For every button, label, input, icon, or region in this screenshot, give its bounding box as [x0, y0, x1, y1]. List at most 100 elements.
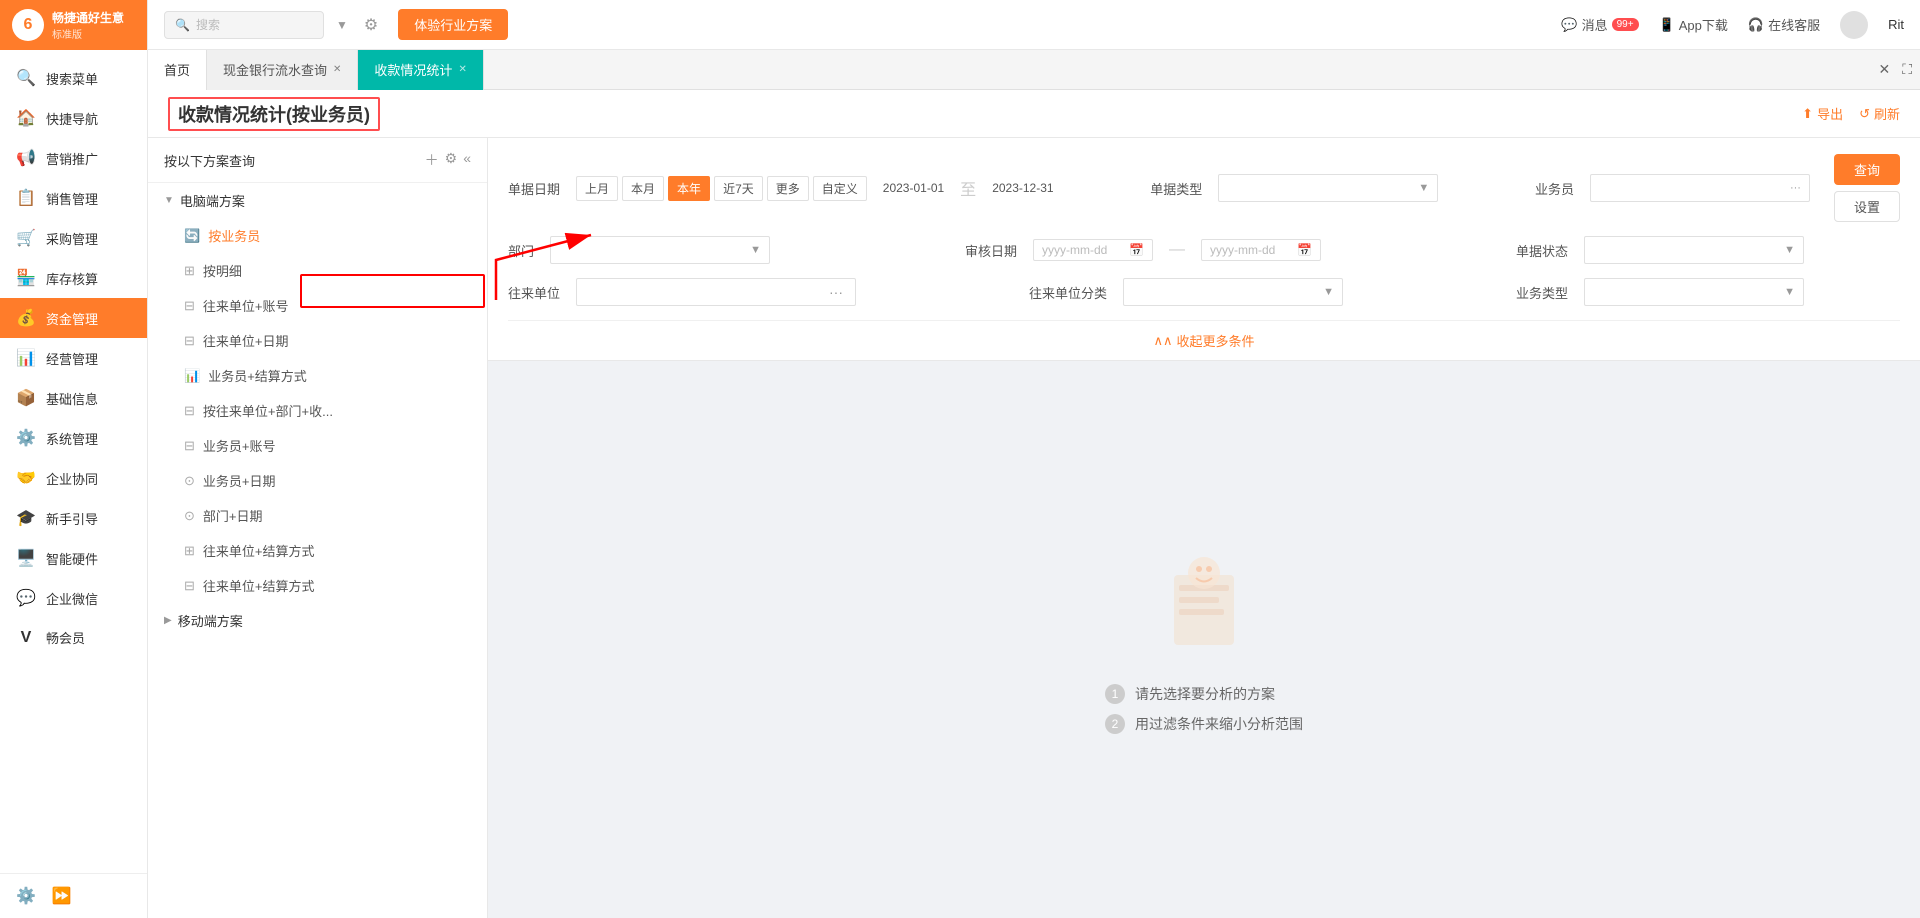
- sidebar-item-sales[interactable]: 📋 销售管理: [0, 178, 147, 218]
- maximize-tab-button[interactable]: ⛶: [1902, 61, 1912, 78]
- sidebar-item-label: 智能硬件: [46, 549, 98, 568]
- tab-collection[interactable]: 收款情况统计 ✕: [358, 50, 483, 90]
- ellipsis-icon: ···: [829, 284, 843, 300]
- sidebar-item-operation[interactable]: 📊 经营管理: [0, 338, 147, 378]
- sidebar-footer: ⚙️ ⏩: [0, 873, 147, 918]
- close-tab-button[interactable]: ✕: [1878, 61, 1890, 78]
- main-content: 收款情况统计(按业务员) ⬆ 导出 ↺ 刷新 按以下方案查询 ＋ ⚙ «: [148, 90, 1920, 918]
- scheme-item-partner-dept[interactable]: ⊟ 按往来单位+部门+收...: [148, 393, 487, 428]
- custom-btn[interactable]: 自定义: [813, 176, 867, 201]
- trial-button[interactable]: 体验行业方案: [398, 9, 508, 40]
- collapse-button[interactable]: ∧∧ 收起更多条件: [1153, 331, 1254, 350]
- tab-label: 首页: [164, 60, 190, 79]
- settings-scheme-icon[interactable]: ⚙: [445, 150, 458, 170]
- sidebar-item-search[interactable]: 🔍 搜索菜单: [0, 58, 147, 98]
- partner-label: 往来单位: [508, 283, 560, 302]
- refresh-button[interactable]: ↺ 刷新: [1859, 104, 1900, 123]
- this-year-btn[interactable]: 本年: [668, 176, 710, 201]
- scheme-item-by-salesman[interactable]: 🔄 按业务员: [148, 218, 487, 253]
- add-scheme-icon[interactable]: ＋: [425, 150, 439, 170]
- sidebar-nav: 🔍 搜索菜单 🏠 快捷导航 📢 营销推广 📋 销售管理 🛒 采购管理 🏪 库存核…: [0, 50, 147, 873]
- last-month-btn[interactable]: 上月: [576, 176, 618, 201]
- scheme-item-partner-date[interactable]: ⊟ 往来单位+日期: [148, 323, 487, 358]
- scheme-item-dept-date[interactable]: ⊙ 部门+日期: [148, 498, 487, 533]
- collapse-icon[interactable]: ⏩: [52, 886, 72, 906]
- mobile-section-label: 移动端方案: [178, 611, 243, 630]
- sidebar-item-guide[interactable]: 🎓 新手引导: [0, 498, 147, 538]
- operation-icon: 📊: [16, 348, 36, 368]
- step-2-label: 用过滤条件来缩小分析范围: [1135, 714, 1303, 734]
- scheme-item-by-detail[interactable]: ⊞ 按明细: [148, 253, 487, 288]
- partner-select[interactable]: ···: [576, 278, 856, 306]
- last7-btn[interactable]: 近7天: [714, 176, 763, 201]
- collapse-scheme-icon[interactable]: «: [463, 150, 471, 170]
- sidebar-item-marketing[interactable]: 📢 营销推广: [0, 138, 147, 178]
- scheme-item-salesman-settle[interactable]: 📊 业务员+结算方式: [148, 358, 487, 393]
- chevron-down-icon: ▼: [1323, 286, 1334, 298]
- action-buttons: 查询 设置: [1834, 154, 1900, 222]
- partner-date-icon: ⊟: [184, 333, 195, 349]
- sidebar-item-basic[interactable]: 📦 基础信息: [0, 378, 147, 418]
- scheme-item-label: 业务员+结算方式: [208, 366, 307, 385]
- close-icon[interactable]: ✕: [333, 64, 341, 75]
- sidebar-item-finance[interactable]: 💰 资金管理: [0, 298, 147, 338]
- desktop-section[interactable]: ▼ 电脑端方案: [148, 183, 487, 218]
- this-month-btn[interactable]: 本月: [622, 176, 664, 201]
- tab-bank[interactable]: 现金银行流水查询 ✕: [207, 50, 358, 90]
- scheme-item-label: 往来单位+结算方式: [203, 541, 315, 560]
- query-button[interactable]: 查询: [1834, 154, 1900, 185]
- enterprise-icon: 🤝: [16, 468, 36, 488]
- sidebar-item-purchase[interactable]: 🛒 采购管理: [0, 218, 147, 258]
- chevron-down-icon: ▼: [750, 244, 761, 256]
- avatar[interactable]: [1840, 11, 1868, 39]
- message-badge: 99+: [1612, 18, 1639, 31]
- expand-arrow-icon: ▶: [164, 615, 172, 626]
- header-dropdown[interactable]: ▼: [336, 18, 348, 32]
- dept-date-icon: ⊙: [184, 508, 195, 524]
- audit-to-input[interactable]: yyyy-mm-dd 📅: [1201, 239, 1321, 261]
- step-1-label: 请先选择要分析的方案: [1135, 684, 1275, 704]
- close-icon[interactable]: ✕: [458, 64, 466, 75]
- filter-collapse-row: ∧∧ 收起更多条件: [508, 320, 1900, 360]
- scheme-item-partner-account[interactable]: ⊟ 往来单位+账号: [148, 288, 487, 323]
- sidebar-item-member[interactable]: V 畅会员: [0, 618, 147, 657]
- message-button[interactable]: 💬 消息 99+: [1561, 15, 1638, 34]
- header-search[interactable]: 🔍 搜索: [164, 11, 324, 39]
- settings-button[interactable]: 设置: [1834, 191, 1900, 222]
- scheme-item-salesman-account[interactable]: ⊟ 业务员+账号: [148, 428, 487, 463]
- scheme-item-partner-settle2[interactable]: ⊟ 往来单位+结算方式: [148, 568, 487, 603]
- online-service-button[interactable]: 🎧 在线客服: [1748, 15, 1820, 34]
- dept-select[interactable]: ▼: [550, 236, 770, 264]
- scheme-item-partner-settle1[interactable]: ⊞ 往来单位+结算方式: [148, 533, 487, 568]
- type-select[interactable]: ▼: [1218, 174, 1438, 202]
- sidebar-item-quicknav[interactable]: 🏠 快捷导航: [0, 98, 147, 138]
- salesman-select[interactable]: ···: [1590, 174, 1810, 202]
- mobile-section[interactable]: ▶ 移动端方案: [148, 603, 487, 638]
- empty-illustration: [1144, 535, 1264, 660]
- tab-label: 收款情况统计: [374, 60, 452, 79]
- audit-from-input[interactable]: yyyy-mm-dd 📅: [1033, 239, 1153, 261]
- biz-type-select[interactable]: ▼: [1584, 278, 1804, 306]
- gear-icon[interactable]: ⚙: [364, 15, 378, 35]
- sidebar-item-inventory[interactable]: 🏪 库存核算: [0, 258, 147, 298]
- chevron-down-icon: ▼: [1784, 286, 1795, 298]
- sidebar-item-wechat[interactable]: 💬 企业微信: [0, 578, 147, 618]
- scheme-item-label: 往来单位+日期: [203, 331, 289, 350]
- tab-home[interactable]: 首页: [148, 50, 207, 90]
- app-download-button[interactable]: 📱 App下载: [1659, 15, 1728, 34]
- sidebar-item-hardware[interactable]: 🖥️ 智能硬件: [0, 538, 147, 578]
- scheme-header: 按以下方案查询 ＋ ⚙ «: [148, 138, 487, 183]
- partner-category-select[interactable]: ▼: [1123, 278, 1343, 306]
- empty-state: 1 请先选择要分析的方案 2 用过滤条件来缩小分析范围: [488, 361, 1920, 918]
- settings-icon[interactable]: ⚙️: [16, 886, 36, 906]
- scheme-item-salesman-date[interactable]: ⊙ 业务员+日期: [148, 463, 487, 498]
- sidebar-item-enterprise[interactable]: 🤝 企业协同: [0, 458, 147, 498]
- sidebar-item-label: 企业微信: [46, 589, 98, 608]
- export-button[interactable]: ⬆ 导出: [1802, 104, 1843, 123]
- empty-svg: [1144, 535, 1264, 655]
- sidebar-item-system[interactable]: ⚙️ 系统管理: [0, 418, 147, 458]
- status-select[interactable]: ▼: [1584, 236, 1804, 264]
- more-btn[interactable]: 更多: [767, 176, 809, 201]
- scheme-item-label: 往来单位+账号: [203, 296, 289, 315]
- sidebar-logo: 6 畅捷通好生意 标准版: [0, 0, 147, 50]
